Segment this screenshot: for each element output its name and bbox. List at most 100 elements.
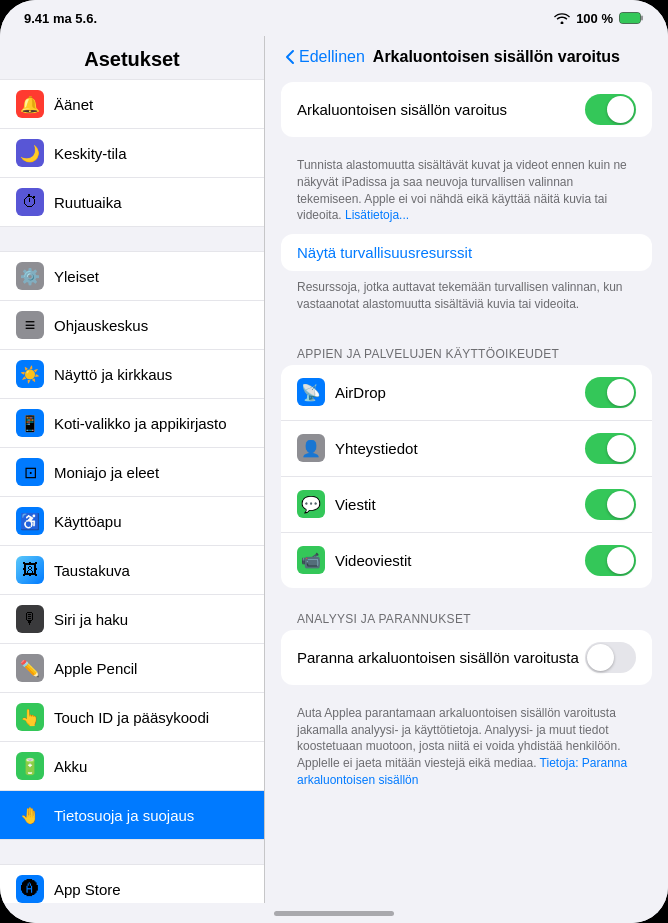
- sidebar-item-label: Tietosuoja ja suojaus: [54, 807, 194, 824]
- battery-text: 100 %: [576, 11, 613, 26]
- sidebar-item-aanet[interactable]: 🔔 Äänet: [0, 79, 264, 129]
- main-toggle-label: Arkaluontoisen sisällön varoitus: [297, 101, 585, 118]
- sidebar-item-label: Siri ja haku: [54, 611, 128, 628]
- videoviestit-row[interactable]: 📹 Videoviestit: [281, 533, 652, 588]
- appstore-icon: 🅐: [16, 875, 44, 903]
- sidebar-item-label: Ohjauskeskus: [54, 317, 148, 334]
- moniajo-icon: ⊡: [16, 458, 44, 486]
- wifi-icon: [554, 12, 570, 24]
- sidebar-item-keskity[interactable]: 🌙 Keskity-tila: [0, 129, 264, 178]
- keskity-icon: 🌙: [16, 139, 44, 167]
- main-toggle[interactable]: [585, 94, 636, 125]
- yhteystiedot-row[interactable]: 👤 Yhteystiedot: [281, 421, 652, 477]
- airdrop-toggle[interactable]: [585, 377, 636, 408]
- sidebar-item-pencil[interactable]: ✏️ Apple Pencil: [0, 644, 264, 693]
- sidebar-item-koti[interactable]: 📱 Koti-valikko ja appikirjasto: [0, 399, 264, 448]
- sidebar-title: Asetukset: [0, 36, 264, 79]
- sidebar-item-label: Keskity-tila: [54, 145, 127, 162]
- sidebar-item-tietosuoja[interactable]: 🤚 Tietosuoja ja suojaus: [0, 791, 264, 840]
- safety-description: Resurssoja, jotka auttavat tekemään turv…: [281, 275, 652, 323]
- touchid-icon: 👆: [16, 703, 44, 731]
- sidebar-item-label: Akku: [54, 758, 87, 775]
- svg-rect-1: [620, 13, 640, 23]
- sidebar-item-label: Moniajo ja eleet: [54, 464, 159, 481]
- status-bar: 9.41 ma 5.6. 100 %: [0, 0, 668, 36]
- toggle-knob: [607, 547, 634, 574]
- sidebar-group-1: 🔔 Äänet 🌙 Keskity-tila ⏱ Ruutuaika: [0, 79, 264, 227]
- sidebar-item-ohjauskeskus[interactable]: ≡ Ohjauskeskus: [0, 301, 264, 350]
- right-header: Edellinen Arkaluontoisen sisällön varoit…: [265, 36, 668, 74]
- pencil-icon: ✏️: [16, 654, 44, 682]
- toggle-knob: [607, 491, 634, 518]
- home-indicator: [0, 903, 668, 923]
- airdrop-label: AirDrop: [335, 384, 386, 401]
- sidebar-item-yleiset[interactable]: ⚙️ Yleiset: [0, 251, 264, 301]
- analysis-toggle-label: Paranna arkaluontoisen sisällön varoitus…: [297, 649, 585, 666]
- sidebar-item-moniajo[interactable]: ⊡ Moniajo ja eleet: [0, 448, 264, 497]
- yhteystiedot-label: Yhteystiedot: [335, 440, 418, 457]
- sidebar-item-siri[interactable]: 🎙 Siri ja haku: [0, 595, 264, 644]
- home-bar: [274, 911, 394, 916]
- sidebar-item-touchid[interactable]: 👆 Touch ID ja pääsykoodi: [0, 693, 264, 742]
- analysis-toggle-row[interactable]: Paranna arkaluontoisen sisällön varoitus…: [281, 630, 652, 685]
- viestit-label: Viestit: [335, 496, 376, 513]
- sidebar-item-label: App Store: [54, 881, 121, 898]
- sidebar-item-label: Koti-valikko ja appikirjasto: [54, 415, 227, 432]
- sidebar-item-label: Käyttöapu: [54, 513, 122, 530]
- toggle-knob: [587, 644, 614, 671]
- analysis-description: Auta Applea parantamaan arkaluontoisen s…: [281, 701, 652, 799]
- aanet-icon: 🔔: [16, 90, 44, 118]
- right-panel: Edellinen Arkaluontoisen sisällön varoit…: [265, 36, 668, 903]
- sidebar-item-label: Näyttö ja kirkkaus: [54, 366, 172, 383]
- sidebar: Asetukset 🔔 Äänet 🌙 Keskity-tila ⏱ Ruutu…: [0, 36, 265, 903]
- toggle-knob: [607, 96, 634, 123]
- safety-resources-link[interactable]: Näytä turvallisuusresurssit: [281, 234, 652, 271]
- viestit-row[interactable]: 💬 Viestit: [281, 477, 652, 533]
- sidebar-item-label: Yleiset: [54, 268, 99, 285]
- sidebar-item-label: Apple Pencil: [54, 660, 137, 677]
- status-right: 100 %: [554, 11, 644, 26]
- ohjauskeskus-icon: ≡: [16, 311, 44, 339]
- main-description: Tunnista alastomuutta sisältävät kuvat j…: [281, 153, 652, 234]
- kayttoapu-icon: ♿: [16, 507, 44, 535]
- apps-toggles-group: 📡 AirDrop 👤 Yhteystiedot: [281, 365, 652, 588]
- analysis-toggle[interactable]: [585, 642, 636, 673]
- ruutuaika-icon: ⏱: [16, 188, 44, 216]
- apps-section-header: APPIEN JA PALVELUJEN KÄYTTÖOIKEUDET: [281, 339, 652, 365]
- videoviestit-icon: 📹: [297, 546, 325, 574]
- airdrop-row[interactable]: 📡 AirDrop: [281, 365, 652, 421]
- naytt-icon: ☀️: [16, 360, 44, 388]
- back-label: Edellinen: [299, 48, 365, 66]
- sidebar-item-appstore[interactable]: 🅐 App Store: [0, 864, 264, 903]
- main-toggle-row[interactable]: Arkaluontoisen sisällön varoitus: [281, 82, 652, 137]
- sidebar-item-label: Äänet: [54, 96, 93, 113]
- taustakuva-icon: 🖼: [16, 556, 44, 584]
- videoviestit-toggle[interactable]: [585, 545, 636, 576]
- yhteystiedot-toggle[interactable]: [585, 433, 636, 464]
- chevron-left-icon: [285, 49, 295, 65]
- toggle-knob: [607, 435, 634, 462]
- right-title: Arkaluontoisen sisällön varoitus: [373, 48, 620, 66]
- airdrop-icon: 📡: [297, 378, 325, 406]
- viestit-toggle[interactable]: [585, 489, 636, 520]
- svg-rect-2: [641, 16, 643, 21]
- sidebar-group-3: 🅐 App Store 💳 Lompakko: [0, 864, 264, 903]
- sidebar-item-taustakuva[interactable]: 🖼 Taustakuva: [0, 546, 264, 595]
- analysis-section-header: ANALYYSI JA PARANNUKSET: [281, 604, 652, 630]
- siri-icon: 🎙: [16, 605, 44, 633]
- tietosuoja-icon: 🤚: [16, 801, 44, 829]
- sidebar-item-label: Ruutuaika: [54, 194, 122, 211]
- sidebar-item-ruutuaika[interactable]: ⏱ Ruutuaika: [0, 178, 264, 227]
- sidebar-item-naytt[interactable]: ☀️ Näyttö ja kirkkaus: [0, 350, 264, 399]
- sidebar-item-kayttoapu[interactable]: ♿ Käyttöapu: [0, 497, 264, 546]
- yhteystiedot2-icon: 👤: [297, 434, 325, 462]
- lisatietoja-link[interactable]: Lisätietoja...: [345, 208, 409, 222]
- sidebar-item-label: Taustakuva: [54, 562, 130, 579]
- sidebar-item-akku[interactable]: 🔋 Akku: [0, 742, 264, 791]
- sidebar-group-2: ⚙️ Yleiset ≡ Ohjauskeskus ☀️ Näyttö ja k…: [0, 251, 264, 840]
- back-button[interactable]: Edellinen: [285, 48, 365, 66]
- yleiset-icon: ⚙️: [16, 262, 44, 290]
- sidebar-item-label: Touch ID ja pääsykoodi: [54, 709, 209, 726]
- main-toggle-group: Arkaluontoisen sisällön varoitus: [281, 82, 652, 137]
- toggle-knob: [607, 379, 634, 406]
